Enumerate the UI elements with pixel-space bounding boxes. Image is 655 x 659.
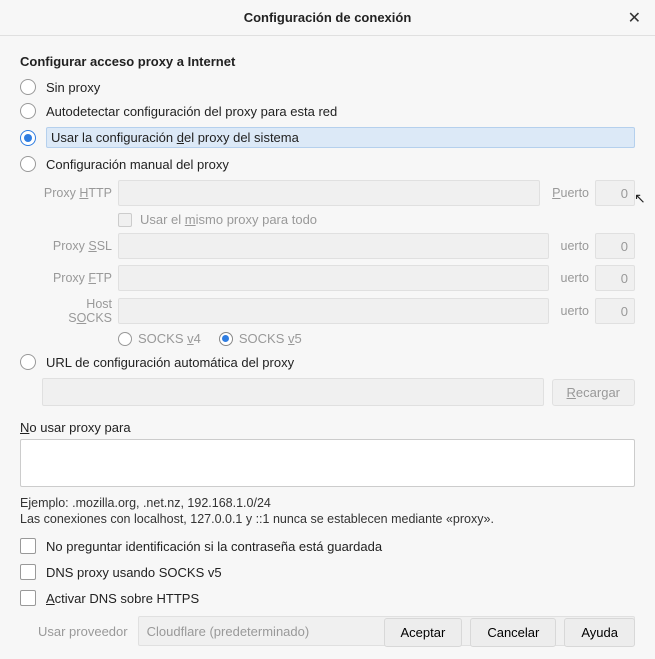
check-noprompt[interactable]: No preguntar identificación si la contra… xyxy=(20,538,635,554)
checkbox-icon xyxy=(118,213,132,227)
auto-url-input[interactable] xyxy=(42,378,544,406)
auto-url-row: Recargar xyxy=(42,378,635,406)
ssl-proxy-input[interactable] xyxy=(118,233,549,259)
radio-system-proxy[interactable]: Usar la configuración del proxy del sist… xyxy=(20,127,635,148)
radio-auto-url[interactable]: URL de configuración automática del prox… xyxy=(20,354,635,370)
check-label: No preguntar identificación si la contra… xyxy=(46,539,382,554)
radio-icon-checked xyxy=(20,130,36,146)
radio-autodetect[interactable]: Autodetectar configuración del proxy par… xyxy=(20,103,635,119)
radio-label: Sin proxy xyxy=(46,80,100,95)
port-label: uerto xyxy=(561,304,590,318)
port-label: uerto xyxy=(561,239,590,253)
socks-port-input[interactable] xyxy=(595,298,635,324)
help-button[interactable]: Ayuda xyxy=(564,618,635,647)
provider-label: Usar proveedor xyxy=(38,624,128,639)
dialog-title: Configuración de conexión xyxy=(244,10,412,25)
noproxy-label: No usar proxy para xyxy=(20,420,635,435)
check-label: DNS proxy usando SOCKS v5 xyxy=(46,565,222,580)
check-dnsproxy[interactable]: DNS proxy usando SOCKS v5 xyxy=(20,564,635,580)
ssl-proxy-row: Proxy SSL uerto xyxy=(42,233,635,259)
socks-proxy-input[interactable] xyxy=(118,298,549,324)
provider-value: Cloudflare (predeterminado) xyxy=(147,624,310,639)
http-proxy-row: Proxy HTTP Puerto xyxy=(42,180,635,206)
same-proxy-checkbox-row[interactable]: Usar el mismo proxy para todo xyxy=(118,212,635,227)
radio-icon xyxy=(20,156,36,172)
reload-button[interactable]: Recargar xyxy=(552,379,635,406)
section-title: Configurar acceso proxy a Internet xyxy=(20,54,635,69)
radio-label-selected: Usar la configuración del proxy del sist… xyxy=(46,127,635,148)
check-label: Activar DNS sobre HTTPS xyxy=(46,591,199,606)
port-label: uerto xyxy=(561,271,590,285)
dialog-footer: Aceptar Cancelar Ayuda xyxy=(384,618,635,647)
radio-socks-v4[interactable]: SOCKS v4 xyxy=(118,331,201,346)
noproxy-example: Ejemplo: .mozilla.org, .net.nz, 192.168.… xyxy=(20,496,635,510)
ftp-proxy-row: Proxy FTP uerto xyxy=(42,265,635,291)
http-proxy-input[interactable] xyxy=(118,180,540,206)
socks-v5-label: SOCKS v5 xyxy=(239,331,302,346)
noproxy-info: Las conexiones con localhost, 127.0.0.1 … xyxy=(20,512,635,526)
radio-icon xyxy=(20,79,36,95)
radio-icon xyxy=(118,332,132,346)
port-label: Puerto xyxy=(552,186,589,200)
radio-label: Configuración manual del proxy xyxy=(46,157,229,172)
manual-proxy-section: Proxy HTTP Puerto Usar el mismo proxy pa… xyxy=(42,180,635,346)
http-label: Proxy HTTP xyxy=(42,186,112,200)
radio-no-proxy[interactable]: Sin proxy xyxy=(20,79,635,95)
radio-icon xyxy=(20,103,36,119)
checkbox-icon xyxy=(20,564,36,580)
radio-label: Autodetectar configuración del proxy par… xyxy=(46,104,337,119)
checkbox-icon xyxy=(20,538,36,554)
socks-v4-label: SOCKS v4 xyxy=(138,331,201,346)
ssl-port-input[interactable] xyxy=(595,233,635,259)
close-icon: ✕ xyxy=(628,10,641,27)
radio-socks-v5[interactable]: SOCKS v5 xyxy=(219,331,302,346)
noproxy-textarea[interactable] xyxy=(20,439,635,487)
http-port-input[interactable] xyxy=(595,180,635,206)
socks-label: Host SOCKS xyxy=(42,297,112,325)
radio-label: URL de configuración automática del prox… xyxy=(46,355,294,370)
same-proxy-label: Usar el mismo proxy para todo xyxy=(140,212,317,227)
close-button[interactable]: ✕ xyxy=(628,8,641,28)
accept-button[interactable]: Aceptar xyxy=(384,618,463,647)
dialog-header: Configuración de conexión ✕ xyxy=(0,0,655,36)
socks-version-row: SOCKS v4 SOCKS v5 xyxy=(118,331,635,346)
cancel-button[interactable]: Cancelar xyxy=(470,618,556,647)
check-doh[interactable]: Activar DNS sobre HTTPS xyxy=(20,590,635,606)
socks-proxy-row: Host SOCKS uerto xyxy=(42,297,635,325)
radio-icon xyxy=(20,354,36,370)
dialog-content: Configurar acceso proxy a Internet Sin p… xyxy=(0,36,655,658)
radio-manual-proxy[interactable]: Configuración manual del proxy xyxy=(20,156,635,172)
ftp-label: Proxy FTP xyxy=(42,271,112,285)
ftp-port-input[interactable] xyxy=(595,265,635,291)
checkbox-icon xyxy=(20,590,36,606)
ftp-proxy-input[interactable] xyxy=(118,265,549,291)
ssl-label: Proxy SSL xyxy=(42,239,112,253)
radio-icon-checked xyxy=(219,332,233,346)
